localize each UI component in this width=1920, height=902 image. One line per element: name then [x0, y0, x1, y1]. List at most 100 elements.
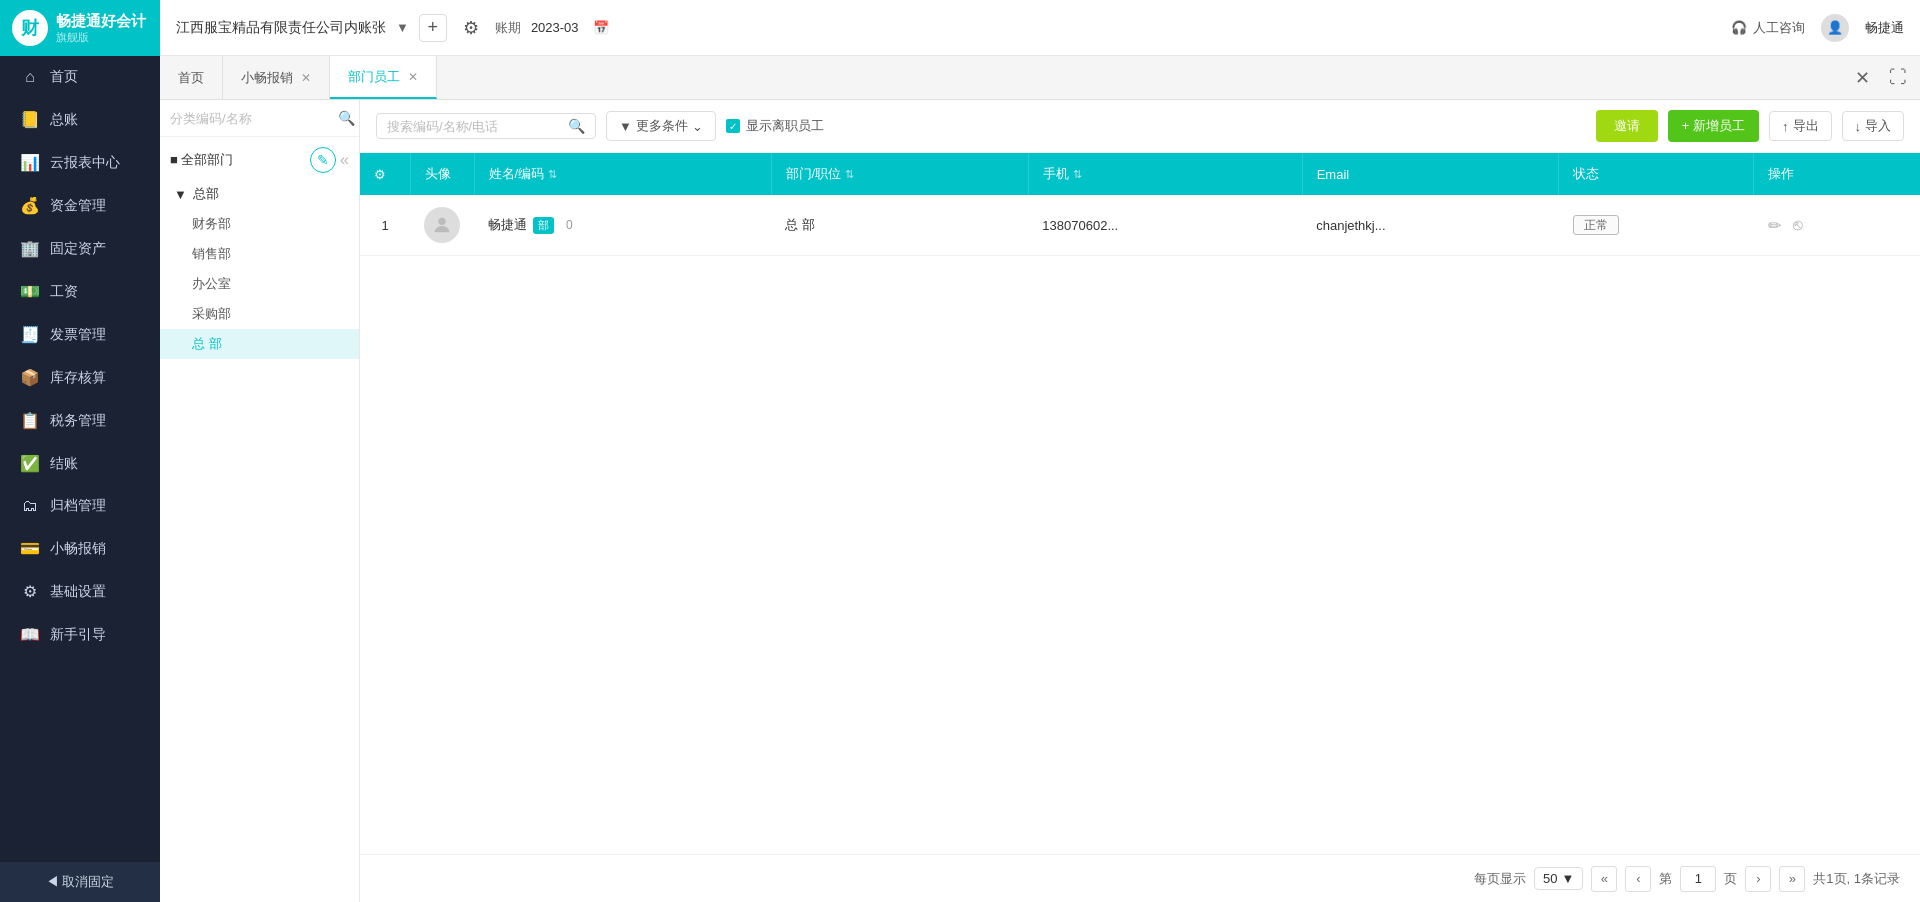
cancel-fixed-button[interactable]: ◀ 取消固定 [0, 862, 160, 902]
tab-home-label: 首页 [178, 69, 204, 87]
toolbar-right: 邀请 + 新增员工 ↑ 导出 ↓ 导入 [1596, 110, 1904, 142]
employee-email: chanjethkj... [1316, 218, 1385, 233]
dept-node-finance[interactable]: 财务部 [160, 209, 359, 239]
sidebar-item-inventory[interactable]: 📦 库存核算 [0, 356, 160, 399]
sidebar-item-guide[interactable]: 📖 新手引导 [0, 613, 160, 656]
invite-button[interactable]: 邀请 [1596, 110, 1658, 142]
tab-maximize-button[interactable]: ⛶ [1884, 64, 1912, 92]
app-name: 畅捷通好会计 [56, 12, 146, 30]
tab-bar-actions: ✕ ⛶ [1848, 56, 1920, 99]
right-panel: 🔍 ▼ 更多条件 ⌄ ✓ 显示离职员工 邀请 + 新增员工 ↑ 导出 [360, 100, 1920, 902]
show-resigned-text: 显示离职员工 [746, 117, 824, 135]
company-name: 江西服宝精品有限责任公司内账张 [176, 19, 386, 37]
tab-dept[interactable]: 部门员工 ✕ [330, 56, 437, 99]
top-header: 江西服宝精品有限责任公司内账张 ▼ + ⚙ 账期 2023-03 📅 🎧 人工咨… [160, 0, 1920, 56]
dept-expand-icon: ▼ [174, 187, 187, 202]
dept-search-icon[interactable]: 🔍 [338, 110, 355, 126]
sidebar-item-archive[interactable]: 🗂 归档管理 [0, 485, 160, 527]
avatar-icon: 👤 [1827, 20, 1843, 35]
import-button[interactable]: ↓ 导入 [1842, 111, 1905, 141]
sidebar-label-expense: 小畅报销 [50, 540, 106, 558]
sidebar-item-salary[interactable]: 💵 工资 [0, 270, 160, 313]
dept-search-input[interactable] [170, 111, 338, 126]
sidebar-item-invoice[interactable]: 🧾 发票管理 [0, 313, 160, 356]
table-wrap: ⚙ 头像 姓名/编码 ⇅ [360, 153, 1920, 854]
filter-button[interactable]: ▼ 更多条件 ⌄ [606, 111, 716, 141]
sidebar-label-home: 首页 [50, 68, 78, 86]
company-dropdown-icon[interactable]: ▼ [396, 20, 409, 35]
edit-icon[interactable]: ✏ [1768, 216, 1781, 235]
tab-close-window-button[interactable]: ✕ [1848, 64, 1876, 92]
dept-node-root[interactable]: ▼ 总部 [160, 179, 359, 209]
sidebar-item-capital[interactable]: 💰 资金管理 [0, 184, 160, 227]
user-name[interactable]: 畅捷通 [1865, 19, 1904, 37]
tax-icon: 📋 [20, 411, 40, 430]
dept-node-purchase[interactable]: 采购部 [160, 299, 359, 329]
tab-expense-close[interactable]: ✕ [301, 71, 311, 85]
search-wrap: 🔍 [376, 113, 596, 139]
header-right: 🎧 人工咨询 👤 畅捷通 [1731, 14, 1904, 42]
add-dept-button[interactable]: ✎ [310, 147, 336, 173]
dept-panel: 🔍 ■ 全部部门 ✎ « ▼ 总部 财务部 销售部 [160, 100, 360, 902]
svg-point-0 [438, 218, 445, 225]
cell-status: 正常 [1559, 195, 1754, 256]
dept-collapse-icon[interactable]: « [340, 151, 349, 169]
col-dept[interactable]: 部门/职位 ⇅ [771, 153, 1028, 195]
sidebar-item-ledger[interactable]: 📒 总账 [0, 98, 160, 141]
home-icon: ⌂ [20, 68, 40, 86]
per-page-select[interactable]: 50 ▼ [1534, 867, 1583, 890]
service-button[interactable]: 🎧 人工咨询 [1731, 19, 1805, 37]
employee-table: ⚙ 头像 姓名/编码 ⇅ [360, 153, 1920, 256]
dept-node-general[interactable]: 总 部 [160, 329, 359, 359]
app-logo-icon: 财 [12, 10, 48, 46]
dept-node-sales[interactable]: 销售部 [160, 239, 359, 269]
dept-node-office[interactable]: 办公室 [160, 269, 359, 299]
tab-dept-close[interactable]: ✕ [408, 70, 418, 84]
last-page-button[interactable]: » [1779, 866, 1805, 892]
employee-name: 畅捷通 [488, 216, 527, 234]
all-dept-label[interactable]: ■ 全部部门 [170, 151, 233, 169]
filter-icon: ▼ [619, 119, 632, 134]
col-avatar: 头像 [410, 153, 474, 195]
col-action: 操作 [1754, 153, 1920, 195]
add-tab-button[interactable]: + [419, 14, 447, 42]
employee-dept: 总 部 [785, 217, 815, 232]
tab-home[interactable]: 首页 [160, 56, 223, 99]
sidebar-item-expense[interactable]: 💳 小畅报销 [0, 527, 160, 570]
cell-name: 畅捷通 部 0 [474, 195, 771, 256]
period-calendar-icon[interactable]: 📅 [593, 20, 609, 35]
add-employee-button[interactable]: + 新增员工 [1668, 110, 1759, 142]
tab-dept-label: 部门员工 [348, 68, 400, 86]
tab-expense[interactable]: 小畅报销 ✕ [223, 56, 330, 99]
page-prefix: 第 [1659, 870, 1672, 888]
next-page-button[interactable]: › [1745, 866, 1771, 892]
dept-badge: 部 [533, 217, 554, 234]
export-button[interactable]: ↑ 导出 [1769, 111, 1832, 141]
search-icon[interactable]: 🔍 [568, 118, 585, 134]
prev-page-button[interactable]: ‹ [1625, 866, 1651, 892]
col-name[interactable]: 姓名/编码 ⇅ [474, 153, 771, 195]
logout-icon[interactable]: ⎋ [1793, 216, 1803, 234]
sidebar-label-inventory: 库存核算 [50, 369, 106, 387]
sidebar-item-home[interactable]: ⌂ 首页 [0, 56, 160, 98]
sidebar-item-reports[interactable]: 📊 云报表中心 [0, 141, 160, 184]
sidebar-label-ledger: 总账 [50, 111, 78, 129]
header-settings-button[interactable]: ⚙ [457, 14, 485, 42]
show-resigned-label[interactable]: ✓ 显示离职员工 [726, 117, 824, 135]
sidebar-label-archive: 归档管理 [50, 497, 106, 515]
first-page-button[interactable]: « [1591, 866, 1617, 892]
col-settings: ⚙ [360, 153, 410, 195]
page-number-input[interactable] [1680, 866, 1716, 892]
col-phone[interactable]: 手机 ⇅ [1028, 153, 1302, 195]
search-input[interactable] [387, 119, 562, 134]
app-edition: 旗舰版 [56, 30, 146, 45]
sidebar-item-assets[interactable]: 🏢 固定资产 [0, 227, 160, 270]
show-resigned-checkbox[interactable]: ✓ [726, 119, 740, 133]
dept-child-label: 总 部 [192, 335, 222, 353]
sidebar-item-tax[interactable]: 📋 税务管理 [0, 399, 160, 442]
sidebar-item-closing[interactable]: ✅ 结账 [0, 442, 160, 485]
sidebar-item-settings[interactable]: ⚙ 基础设置 [0, 570, 160, 613]
sidebar-label-closing: 结账 [50, 455, 78, 473]
guide-icon: 📖 [20, 625, 40, 644]
page-label: 页 [1724, 870, 1737, 888]
